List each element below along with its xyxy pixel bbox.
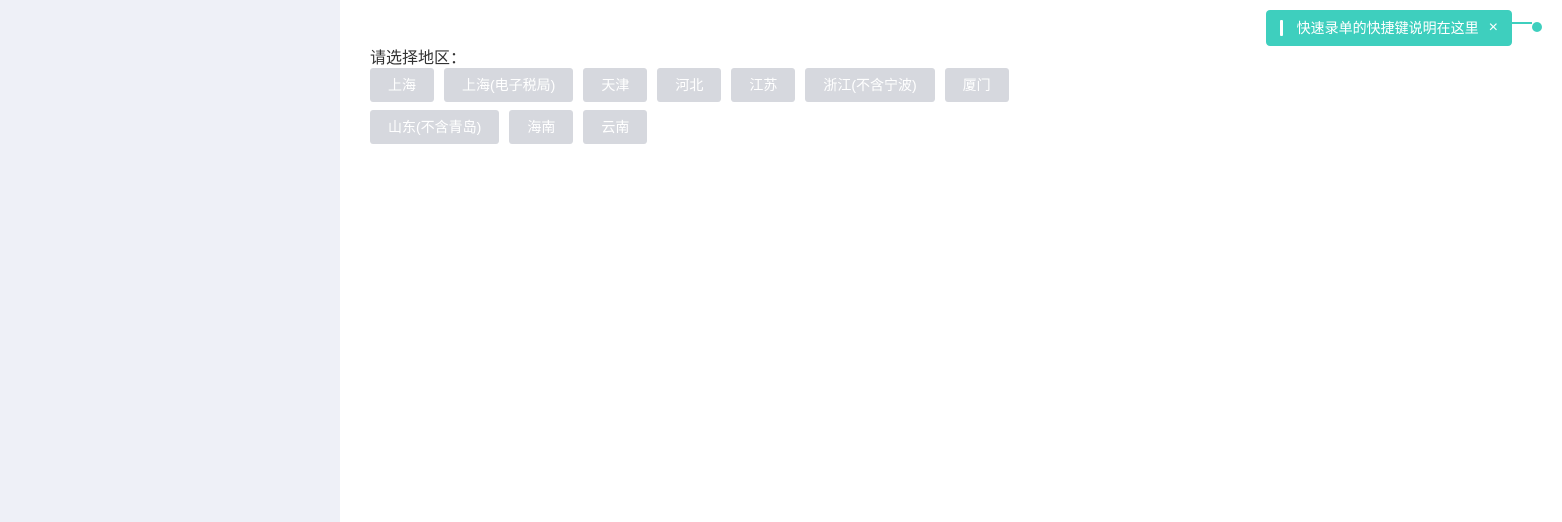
region-button-shanghai[interactable]: 上海	[370, 68, 434, 102]
region-button-shandong[interactable]: 山东(不含青岛)	[370, 110, 499, 144]
tooltip-close-button[interactable]: ×	[1489, 20, 1498, 36]
main-content: 请选择地区： 上海上海(电子税局) 天津河北江苏浙江(不含宁波) 厦门 山东(不含青…	[340, 0, 1562, 522]
bar-left-indicator	[1280, 20, 1283, 36]
tooltip-dot-indicator	[1532, 22, 1542, 32]
region-button-xiamen[interactable]: 厦门	[945, 68, 1009, 102]
tooltip-connector-line	[1512, 22, 1532, 24]
region-button-hebei[interactable]: 河北	[657, 68, 721, 102]
region-button-hainan[interactable]: 海南	[509, 110, 573, 144]
tooltip-text: 快速录单的快捷键说明在这里	[1297, 18, 1479, 38]
region-buttons-row2: 山东(不含青岛) 海南云南	[370, 110, 647, 144]
region-buttons-row1: 上海上海(电子税局) 天津河北江苏浙江(不含宁波) 厦门	[370, 68, 1009, 102]
region-button-shanghai-etax[interactable]: 上海(电子税局)	[444, 68, 573, 102]
region-button-yunnan[interactable]: 云南	[583, 110, 647, 144]
region-button-jiangsu[interactable]: 江苏	[731, 68, 795, 102]
region-button-zhejiang[interactable]: 浙江(不含宁波)	[805, 68, 934, 102]
region-button-tianjin[interactable]: 天津	[583, 68, 647, 102]
page-label: 请选择地区：	[370, 44, 466, 68]
tooltip-bar: 快速录单的快捷键说明在这里 ×	[1266, 10, 1512, 46]
sidebar	[0, 0, 340, 522]
